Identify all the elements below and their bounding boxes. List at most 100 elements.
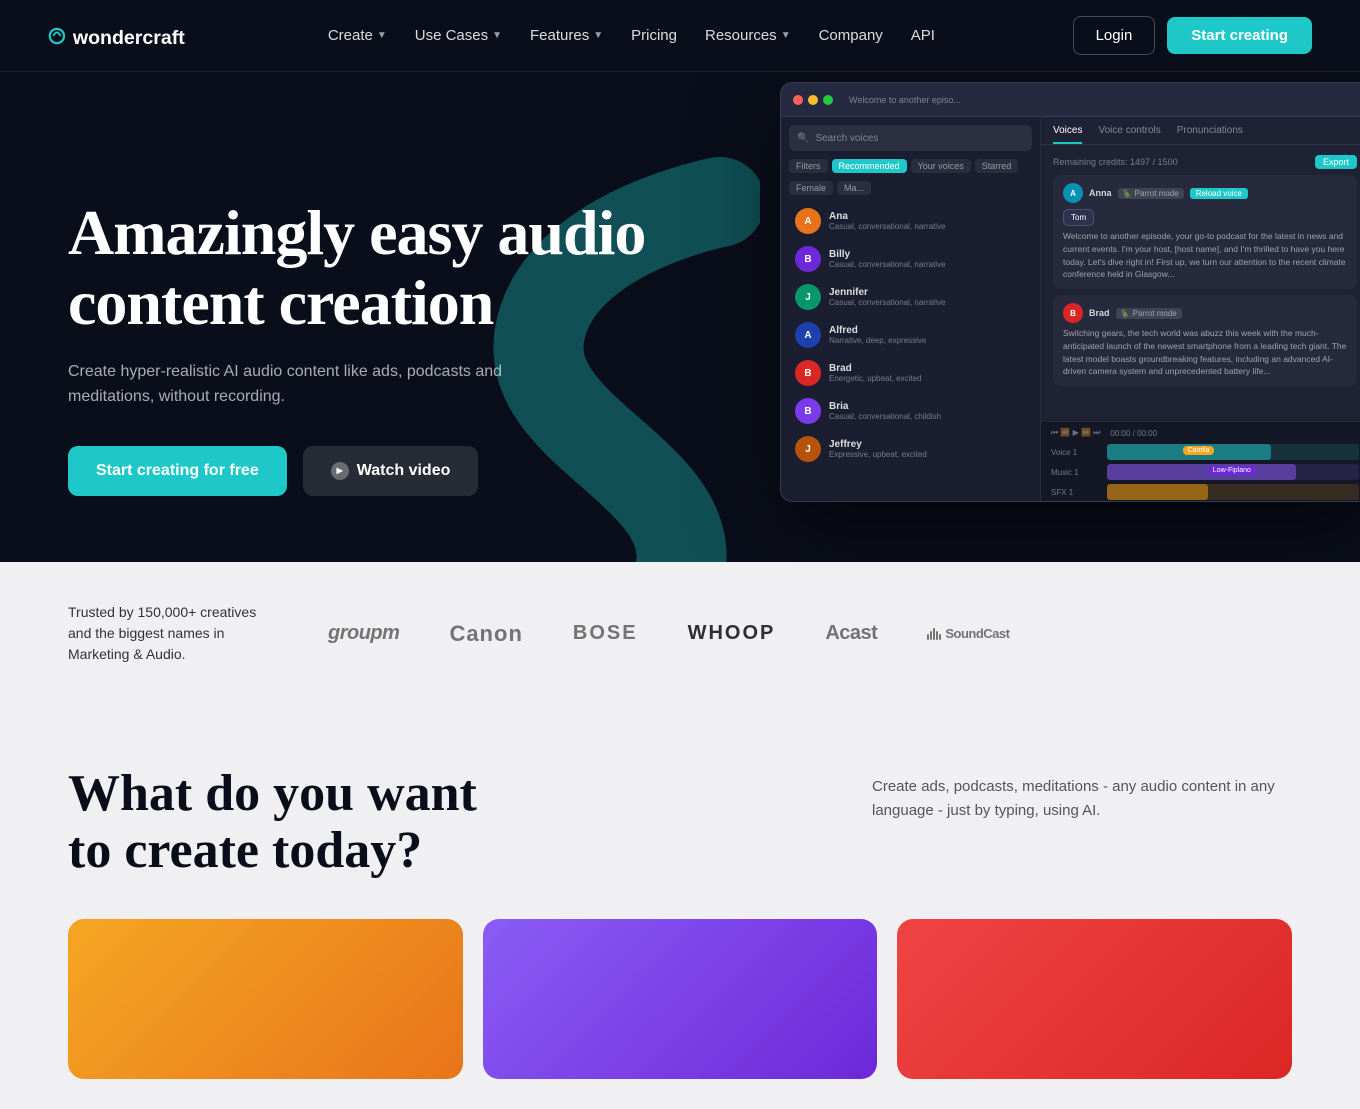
watch-video-button[interactable]: ▶ Watch video (303, 446, 479, 496)
list-item[interactable]: B Billy Casual, conversational, narrativ… (789, 241, 1032, 277)
list-item[interactable]: J Jennifer Casual, conversational, narra… (789, 279, 1032, 315)
voice-desc: Energetic, upbeat, excited (829, 374, 1026, 383)
card-meditations[interactable] (897, 919, 1292, 1079)
timeline-track-music: Music 1 Low-Fiplano (1051, 464, 1359, 480)
list-item[interactable]: J Jeffrey Expressive, upbeat, excited (789, 431, 1032, 467)
voice-desc: Narrative, deep, expressive (829, 336, 1026, 345)
voice-desc: Casual, conversational, narrative (829, 222, 1026, 231)
list-item[interactable]: A Ana Casual, conversational, narrative (789, 203, 1032, 239)
what-header: What do you want to create today? Create… (68, 765, 1292, 879)
filter-recommended[interactable]: Recommended (832, 159, 907, 173)
logo[interactable]: wondercraft (48, 20, 190, 52)
voice-name: Brad (829, 363, 1026, 374)
search-voices[interactable]: 🔍 Search voices (789, 125, 1032, 151)
window-dots (793, 95, 833, 105)
timeline-track-sfx: SFX 1 (1051, 484, 1359, 500)
screenshot-topbar: Welcome to another episo... (781, 83, 1360, 117)
track-label: Music 1 (1051, 468, 1101, 477)
category-cards (68, 919, 1292, 1079)
chevron-down-icon: ▼ (781, 30, 791, 41)
speaker-block-anna: A Anna 🦜 Parrot mode Reload voice Tom We… (1053, 175, 1357, 289)
editor-main: Voices Voice controls Pronunciations Rem… (1041, 117, 1360, 501)
brands-logos: groupm Canon BOSE WHOOP Acast SoundCast (328, 621, 1009, 647)
filter-your-voices[interactable]: Your voices (911, 159, 971, 173)
nav-api[interactable]: API (899, 21, 947, 50)
voice-name: Alfred (829, 325, 1026, 336)
avatar: J (795, 284, 821, 310)
nav-pricing[interactable]: Pricing (619, 21, 689, 50)
window-title: Welcome to another episo... (849, 95, 961, 105)
hero-ctas: Start creating for free ▶ Watch video (68, 446, 728, 496)
hero-section: Amazingly easy audio content creation Cr… (0, 72, 1360, 562)
card-ads[interactable] (68, 919, 463, 1079)
list-item[interactable]: B Brad Energetic, upbeat, excited (789, 355, 1032, 391)
speaker-name: Anna (1089, 188, 1112, 198)
filter-female[interactable]: Female (789, 181, 833, 195)
track-label: Voice 1 (1051, 448, 1101, 457)
waveform-voice: Camila (1107, 444, 1359, 460)
avatar: J (795, 436, 821, 462)
card-podcasts[interactable] (483, 919, 878, 1079)
timeline-track-voice: Voice 1 Camila (1051, 444, 1359, 460)
voice-name: Billy (829, 249, 1026, 260)
credits-display: Remaining credits: 1497 / 1500 (1053, 157, 1178, 167)
brands-section: Trusted by 150,000+ creatives and the bi… (0, 562, 1360, 705)
nav-company[interactable]: Company (807, 21, 895, 50)
nav-use-cases[interactable]: Use Cases ▼ (403, 21, 514, 50)
tab-voices[interactable]: Voices (1053, 125, 1082, 144)
voice-desc: Expressive, upbeat, excited (829, 450, 1026, 459)
track-label: SFX 1 (1051, 488, 1101, 497)
brand-groupm: groupm (328, 622, 399, 645)
speaker-block-brad: B Brad 🦜 Parrot mode Switching gears, th… (1053, 295, 1357, 386)
brand-whoop: WHOOP (688, 622, 776, 645)
avatar: B (795, 246, 821, 272)
nav-ctas: Login Start creating (1073, 16, 1312, 55)
what-desc: Create ads, podcasts, meditations - any … (872, 765, 1292, 823)
avatar: A (795, 322, 821, 348)
nav-features[interactable]: Features ▼ (518, 21, 615, 50)
editor-top-bar: Remaining credits: 1497 / 1500 Export (1053, 155, 1357, 169)
voice-name: Bria (829, 401, 1026, 412)
hero-content: Amazingly easy audio content creation Cr… (68, 198, 728, 496)
hero-subtitle: Create hyper-realistic AI audio content … (68, 359, 588, 410)
editor-content: Remaining credits: 1497 / 1500 Export A … (1041, 145, 1360, 421)
timeline: ⏮ ⏪ ▶ ⏩ ⏭ 00:00 / 00:00 Voice 1 Camila M… (1041, 421, 1360, 501)
nav-links: Create ▼ Use Cases ▼ Features ▼ Pricing … (316, 21, 947, 50)
brands-text: Trusted by 150,000+ creatives and the bi… (68, 602, 268, 665)
nav-create[interactable]: Create ▼ (316, 21, 399, 50)
waveform-music: Low-Fiplano (1107, 464, 1359, 480)
start-creating-button[interactable]: Start creating (1167, 17, 1312, 54)
voice-desc: Casual, conversational, narrative (829, 298, 1026, 307)
voice-filters: Filters Recommended Your voices Starred (789, 159, 1032, 173)
search-placeholder: Search voices (815, 133, 878, 144)
avatar: A (1063, 183, 1083, 203)
tab-voice-controls[interactable]: Voice controls (1098, 125, 1160, 144)
list-item[interactable]: B Bria Casual, conversational, childish (789, 393, 1032, 429)
avatar: A (795, 208, 821, 234)
reload-voice-button[interactable]: Reload voice (1190, 188, 1248, 199)
export-button[interactable]: Export (1315, 155, 1357, 169)
tab-pronunciations[interactable]: Pronunciations (1177, 125, 1243, 144)
list-item[interactable]: A Alfred Narrative, deep, expressive (789, 317, 1032, 353)
start-creating-free-button[interactable]: Start creating for free (68, 446, 287, 496)
speaker-text: Switching gears, the tech world was abuz… (1063, 327, 1347, 378)
search-icon: 🔍 (797, 133, 809, 144)
what-title: What do you want to create today? (68, 765, 477, 879)
play-icon: ▶ (331, 462, 349, 480)
filter-male[interactable]: Ma... (837, 181, 871, 195)
brand-bose: BOSE (573, 622, 638, 645)
brand-acast: Acast (825, 622, 877, 645)
voice-name: Jeffrey (829, 439, 1026, 450)
filter-filters[interactable]: Filters (789, 159, 828, 173)
voices-sidebar: 🔍 Search voices Filters Recommended Your… (781, 117, 1041, 501)
music-label: Low-Fiplano (1208, 466, 1256, 475)
filter-starred[interactable]: Starred (975, 159, 1019, 173)
chevron-down-icon: ▼ (377, 30, 387, 41)
chevron-down-icon: ▼ (593, 30, 603, 41)
hero-title: Amazingly easy audio content creation (68, 198, 728, 339)
nav-resources[interactable]: Resources ▼ (693, 21, 803, 50)
voice-name: Jennifer (829, 287, 1026, 298)
brand-soundcast: SoundCast (927, 626, 1009, 641)
login-button[interactable]: Login (1073, 16, 1156, 55)
name-tooltip: Tom (1063, 209, 1094, 226)
